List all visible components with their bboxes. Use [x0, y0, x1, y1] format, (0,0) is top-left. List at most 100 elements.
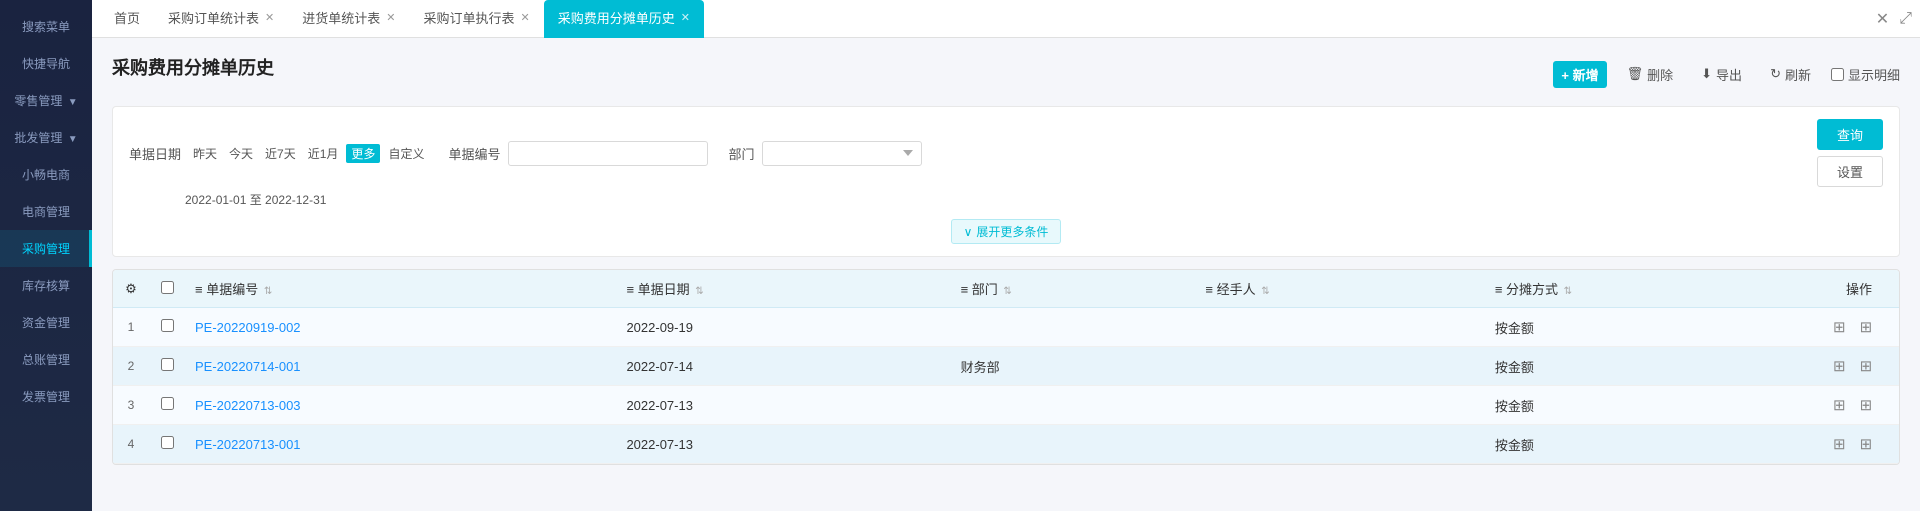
doc-num-link[interactable]: PE-20220713-001: [195, 437, 301, 452]
sidebar-item-ecommerce-small[interactable]: 小畅电商: [0, 156, 92, 193]
dept-select[interactable]: [762, 141, 922, 166]
sidebar-item-wholesale[interactable]: 批发管理 ▼: [0, 119, 92, 156]
show-detail-checkbox[interactable]: [1831, 68, 1844, 81]
doc-num-link[interactable]: PE-20220919-002: [195, 320, 301, 335]
row-actions: ⊞ ⊞: [1819, 308, 1899, 347]
shortcut-custom[interactable]: 自定义: [384, 144, 428, 163]
sidebar-item-ecommerce[interactable]: 电商管理: [0, 193, 92, 230]
col-doc-num[interactable]: ≡ 单据编号 ⇅: [185, 270, 616, 308]
delete-button[interactable]: 🗑 删除: [1619, 61, 1682, 88]
edit-icon[interactable]: ⊞: [1829, 316, 1850, 338]
tab-bar-controls: ✕ ⤢: [1876, 9, 1912, 29]
export-icon: ⬇: [1701, 66, 1712, 82]
date-range-display: 2022-01-01 至 2022-12-31: [185, 193, 326, 207]
sort-icon: ⇅: [1003, 286, 1011, 297]
sidebar-item-ledger[interactable]: 总账管理: [0, 341, 92, 378]
tab-purchase-fee-history[interactable]: 采购费用分摊单历史 ✕: [544, 0, 704, 38]
doc-num-input[interactable]: [508, 141, 708, 166]
add-button[interactable]: + 新增: [1553, 61, 1606, 88]
doc-num-link[interactable]: PE-20220713-003: [195, 398, 301, 413]
col-doc-date[interactable]: ≡ 单据日期 ⇅: [616, 270, 950, 308]
col-settings[interactable]: ⚙: [113, 270, 149, 308]
shortcut-more[interactable]: 更多: [346, 144, 380, 163]
sidebar-item-retail[interactable]: 零售管理 ▼: [0, 82, 92, 119]
sidebar-item-label: 零售管理 ▼: [4, 92, 88, 109]
show-detail-toggle[interactable]: 显示明细: [1831, 65, 1900, 84]
col-checkbox: [149, 270, 185, 308]
edit-icon[interactable]: ⊞: [1829, 433, 1850, 455]
table-row: 2 PE-20220714-001 2022-07-14 财务部 按金额 ⊞ ⊞: [113, 347, 1899, 386]
sidebar-item-invoice[interactable]: 发票管理: [0, 378, 92, 415]
maximize-icon[interactable]: ⤢: [1899, 10, 1912, 28]
doc-num-link[interactable]: PE-20220714-001: [195, 359, 301, 374]
row-actions: ⊞ ⊞: [1819, 425, 1899, 464]
shortcut-yesterday[interactable]: 昨天: [189, 144, 221, 163]
select-all-checkbox[interactable]: [161, 281, 174, 294]
sidebar-item-finance[interactable]: 资金管理: [0, 304, 92, 341]
more-icon[interactable]: ⊞: [1856, 394, 1877, 416]
sidebar-item-label: 小畅电商: [4, 166, 88, 183]
col-doc-date-label: ≡ 单据日期: [626, 282, 689, 297]
col-handler[interactable]: ≡ 经手人 ⇅: [1195, 270, 1484, 308]
col-doc-num-label: ≡ 单据编号: [195, 282, 258, 297]
more-icon[interactable]: ⊞: [1856, 355, 1877, 377]
settings-button[interactable]: 设置: [1817, 156, 1883, 187]
sidebar-item-label: 采购管理: [4, 240, 88, 257]
expand-label: 展开更多条件: [976, 223, 1048, 240]
more-icon[interactable]: ⊞: [1856, 433, 1877, 455]
row-checkbox[interactable]: [161, 397, 174, 410]
sidebar-item-inventory[interactable]: 库存核算: [0, 267, 92, 304]
row-split-method: 按金额: [1485, 347, 1819, 386]
sidebar-item-shortcuts[interactable]: 快捷导航: [0, 45, 92, 82]
tab-close-icon[interactable]: ✕: [265, 11, 274, 24]
row-doc-num: PE-20220713-001: [185, 425, 616, 464]
sort-icon: ⇅: [695, 286, 703, 297]
close-window-icon[interactable]: ✕: [1876, 9, 1889, 29]
row-doc-num: PE-20220713-003: [185, 386, 616, 425]
delete-icon: 🗑: [1627, 66, 1644, 82]
row-split-method: 按金额: [1485, 425, 1819, 464]
tab-close-icon[interactable]: ✕: [521, 11, 530, 24]
edit-icon[interactable]: ⊞: [1829, 355, 1850, 377]
edit-icon[interactable]: ⊞: [1829, 394, 1850, 416]
row-checkbox-cell: [149, 425, 185, 464]
data-table: ⚙ ≡ 单据编号 ⇅ ≡ 单据日期 ⇅ ≡ 部门: [113, 270, 1899, 464]
sidebar-item-purchase[interactable]: 采购管理: [0, 230, 92, 267]
table-row: 3 PE-20220713-003 2022-07-13 按金额 ⊞ ⊞: [113, 386, 1899, 425]
row-handler: [1195, 425, 1484, 464]
expand-more-button[interactable]: ∨ 展开更多条件: [951, 219, 1062, 244]
sort-icon: ⇅: [1261, 286, 1269, 297]
row-index: 3: [113, 386, 149, 425]
sidebar-item-label: 批发管理 ▼: [4, 129, 88, 146]
export-button[interactable]: ⬇ 导出: [1693, 61, 1750, 88]
col-split-method[interactable]: ≡ 分摊方式 ⇅: [1485, 270, 1819, 308]
more-icon[interactable]: ⊞: [1856, 316, 1877, 338]
query-button[interactable]: 查询: [1817, 119, 1883, 150]
sort-icon: ⇅: [1564, 286, 1572, 297]
tab-home[interactable]: 首页: [100, 0, 154, 38]
shortcut-1month[interactable]: 近1月: [304, 144, 343, 163]
row-dept: [951, 386, 1196, 425]
sidebar-item-label: 电商管理: [4, 203, 88, 220]
row-doc-date: 2022-09-19: [616, 308, 950, 347]
tab-inbound-stats[interactable]: 进货单统计表 ✕: [288, 0, 409, 38]
sidebar-item-label: 发票管理: [4, 388, 88, 405]
tab-close-icon[interactable]: ✕: [386, 11, 395, 24]
tab-close-icon[interactable]: ✕: [681, 11, 690, 24]
page-title: 采购费用分摊单历史: [112, 54, 274, 80]
row-checkbox-cell: [149, 386, 185, 425]
refresh-button[interactable]: ↻ 刷新: [1762, 61, 1819, 88]
tab-purchase-exec[interactable]: 采购订单执行表 ✕: [409, 0, 543, 38]
tab-label: 采购订单统计表: [168, 8, 259, 27]
row-checkbox[interactable]: [161, 319, 174, 332]
row-checkbox[interactable]: [161, 358, 174, 371]
sidebar-item-search[interactable]: 搜索菜单: [0, 8, 92, 45]
shortcut-7days[interactable]: 近7天: [261, 144, 300, 163]
shortcut-today[interactable]: 今天: [225, 144, 257, 163]
refresh-icon: ↻: [1770, 66, 1781, 82]
row-checkbox[interactable]: [161, 436, 174, 449]
tab-purchase-order-stats[interactable]: 采购订单统计表 ✕: [154, 0, 288, 38]
tab-label: 采购订单执行表: [423, 8, 514, 27]
row-handler: [1195, 308, 1484, 347]
col-dept[interactable]: ≡ 部门 ⇅: [951, 270, 1196, 308]
